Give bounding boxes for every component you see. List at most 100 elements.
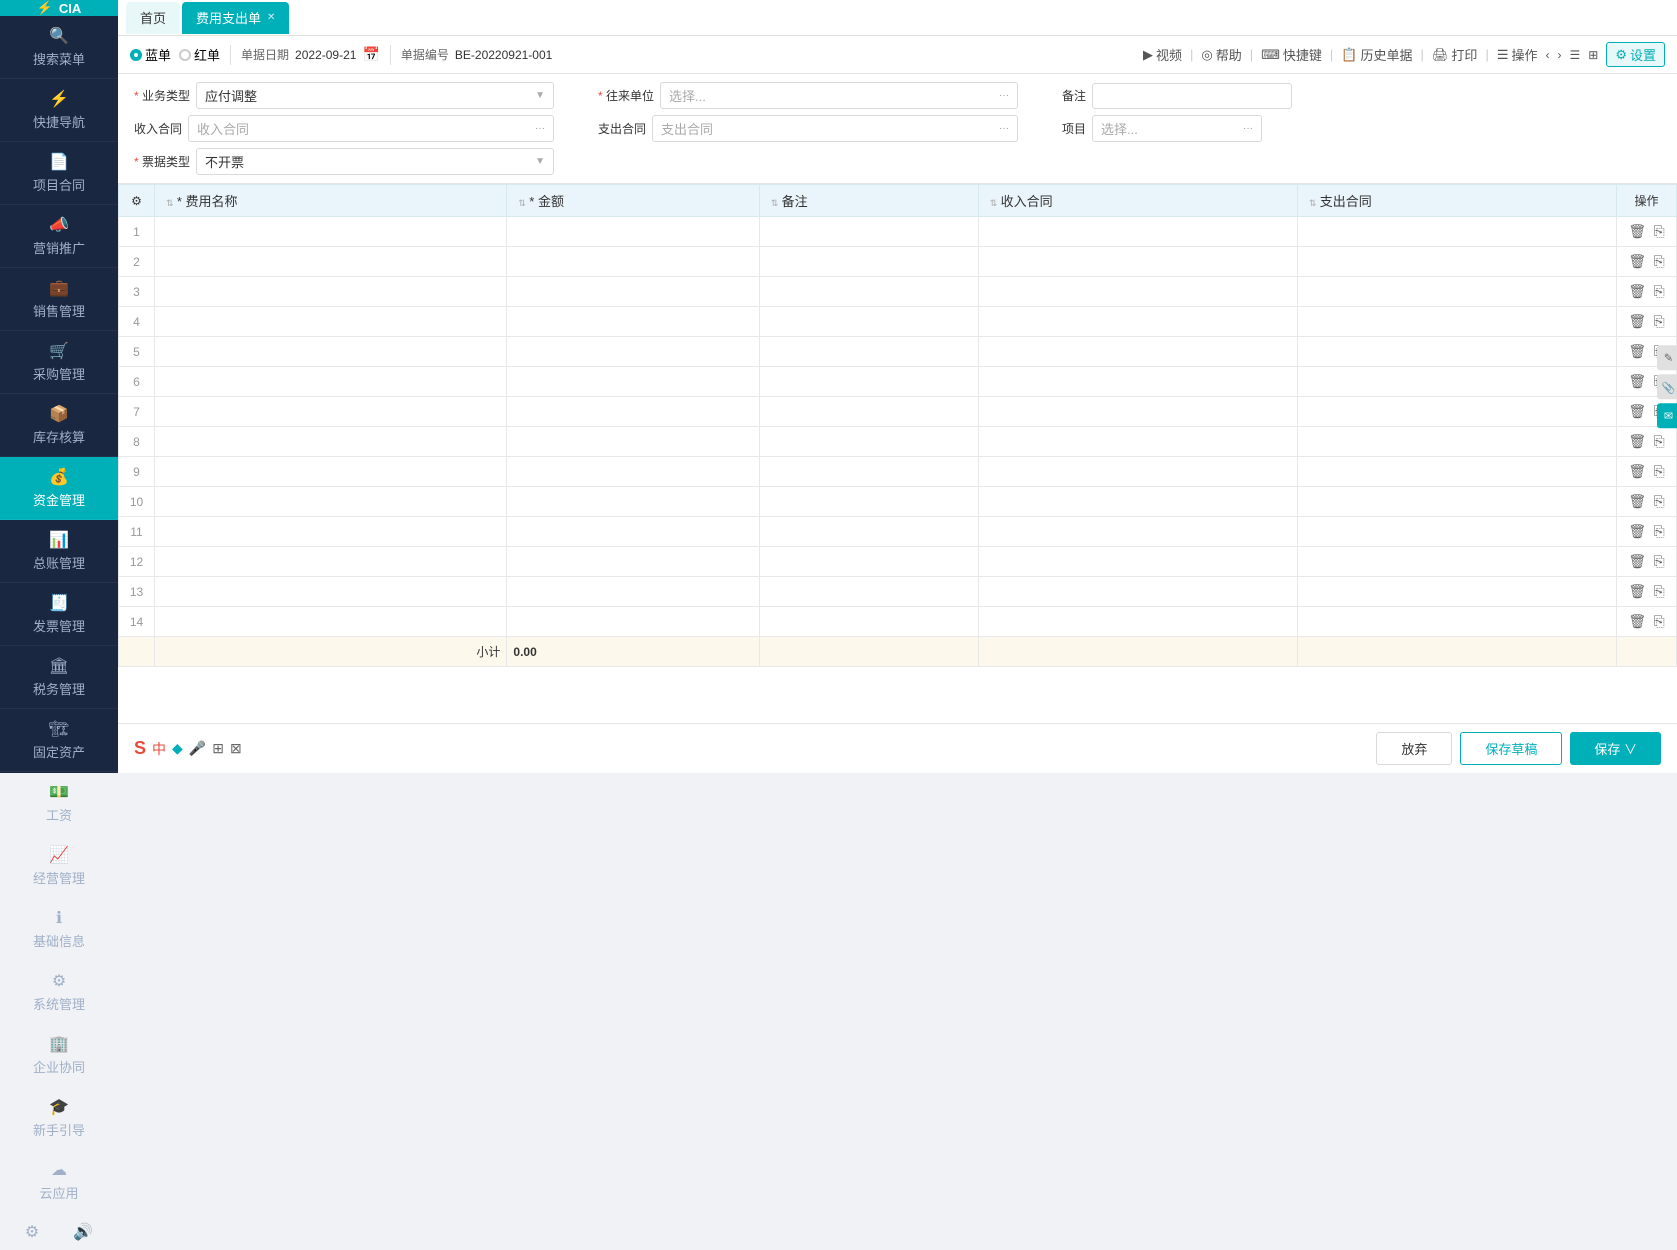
expense-contract-cell-5[interactable] [1297, 337, 1616, 367]
remark-cell-13[interactable] [759, 577, 978, 607]
income-contract-cell-1[interactable] [978, 217, 1297, 247]
income-contract-cell-6[interactable] [978, 367, 1297, 397]
expense-name-cell-4[interactable] [155, 307, 507, 337]
remark-cell-12[interactable] [759, 547, 978, 577]
delete-row-11[interactable]: 🗑 [1626, 521, 1648, 542]
amount-cell-13[interactable] [507, 577, 759, 607]
sidebar-item-sales-mgmt[interactable]: 💼 销售管理 [0, 268, 118, 331]
action-print[interactable]: 🖨 打印 [1432, 45, 1478, 64]
expense-contract-cell-11[interactable] [1297, 517, 1616, 547]
sidebar-item-accounting[interactable]: 📊 总账管理 [0, 520, 118, 583]
income-contract-cell-3[interactable] [978, 277, 1297, 307]
action-history[interactable]: 📋 历史单据 [1341, 45, 1412, 64]
save-button[interactable]: 保存 ∨ [1570, 732, 1661, 765]
amount-cell-14[interactable] [507, 607, 759, 637]
remark-cell-3[interactable] [759, 277, 978, 307]
view-list-btn[interactable]: ☰ [1570, 48, 1581, 62]
remark-cell-10[interactable] [759, 487, 978, 517]
delete-row-2[interactable]: 🗑 [1626, 251, 1648, 272]
expense-name-cell-6[interactable] [155, 367, 507, 397]
expense-name-cell-12[interactable] [155, 547, 507, 577]
copy-row-9[interactable]: ⎘ [1651, 461, 1666, 482]
delete-row-7[interactable]: 🗑 [1626, 401, 1648, 422]
expense-contract-cell-4[interactable] [1297, 307, 1616, 337]
sidebar-item-marketing[interactable]: 📣 营销推广 [0, 205, 118, 268]
sidebar-item-inventory[interactable]: 📦 库存核算 [0, 394, 118, 457]
income-contract-cell-9[interactable] [978, 457, 1297, 487]
view-grid-btn[interactable]: ⊞ [1588, 48, 1598, 62]
income-contract-cell-12[interactable] [978, 547, 1297, 577]
amount-cell-4[interactable] [507, 307, 759, 337]
amount-cell-5[interactable] [507, 337, 759, 367]
remark-cell-7[interactable] [759, 397, 978, 427]
expense-contract-cell-3[interactable] [1297, 277, 1616, 307]
remark-cell-14[interactable] [759, 607, 978, 637]
col-settings[interactable]: ⚙ [119, 185, 155, 217]
income-contract-cell-10[interactable] [978, 487, 1297, 517]
income-contract-input[interactable]: 收入合同 ··· [188, 115, 554, 142]
income-contract-cell-7[interactable] [978, 397, 1297, 427]
sidebar-item-tax[interactable]: 🏛 税务管理 [0, 646, 118, 709]
action-help[interactable]: ◎ 帮助 [1201, 45, 1241, 64]
expense-contract-cell-13[interactable] [1297, 577, 1616, 607]
expense-name-cell-8[interactable] [155, 427, 507, 457]
remark-cell-9[interactable] [759, 457, 978, 487]
income-contract-cell-8[interactable] [978, 427, 1297, 457]
sidebar-item-purchase[interactable]: 🛒 采购管理 [0, 331, 118, 394]
delete-row-6[interactable]: 🗑 [1626, 371, 1648, 392]
copy-row-12[interactable]: ⎘ [1651, 551, 1666, 572]
delete-row-5[interactable]: 🗑 [1626, 341, 1648, 362]
sidebar-item-project-contract[interactable]: 📄 项目合同 [0, 142, 118, 205]
copy-row-11[interactable]: ⎘ [1651, 521, 1666, 542]
expense-name-cell-9[interactable] [155, 457, 507, 487]
delete-row-9[interactable]: 🗑 [1626, 461, 1648, 482]
sidebar-item-cloud-apps[interactable]: ☁ 云应用 [0, 1150, 118, 1213]
sidebar-item-salary[interactable]: 💵 工资 [0, 772, 118, 835]
expense-contract-cell-10[interactable] [1297, 487, 1616, 517]
invoice-type-select[interactable]: 不开票 ▼ [196, 148, 554, 175]
copy-row-1[interactable]: ⎘ [1651, 221, 1666, 242]
amount-cell-3[interactable] [507, 277, 759, 307]
sidebar-item-capital[interactable]: 💰 资金管理 [0, 457, 118, 520]
business-type-select[interactable]: 应付调整 ▼ [196, 82, 554, 109]
delete-row-3[interactable]: 🗑 [1626, 281, 1648, 302]
sidebar-item-quick-nav[interactable]: ⚡ 快捷导航 [0, 79, 118, 142]
expense-name-cell-3[interactable] [155, 277, 507, 307]
amount-cell-6[interactable] [507, 367, 759, 397]
remark-cell-2[interactable] [759, 247, 978, 277]
copy-row-14[interactable]: ⎘ [1651, 611, 1666, 632]
settings-icon[interactable]: ⚙ [25, 1222, 39, 1242]
income-contract-cell-14[interactable] [978, 607, 1297, 637]
remark-cell-4[interactable] [759, 307, 978, 337]
income-contract-dots-icon[interactable]: ··· [535, 123, 545, 134]
expense-contract-cell-9[interactable] [1297, 457, 1616, 487]
amount-cell-2[interactable] [507, 247, 759, 277]
income-contract-cell-13[interactable] [978, 577, 1297, 607]
amount-cell-11[interactable] [507, 517, 759, 547]
right-edge-attach-tab[interactable]: 📎 [1657, 374, 1677, 399]
audio-icon[interactable]: 🔊 [73, 1222, 93, 1242]
expense-name-cell-13[interactable] [155, 577, 507, 607]
radio-red[interactable]: 红单 [179, 45, 220, 64]
delete-row-13[interactable]: 🗑 [1626, 581, 1648, 602]
amount-cell-10[interactable] [507, 487, 759, 517]
sidebar-item-base-info[interactable]: ℹ 基础信息 [0, 898, 118, 961]
delete-row-12[interactable]: 🗑 [1626, 551, 1648, 572]
copy-row-4[interactable]: ⎘ [1651, 311, 1666, 332]
copy-row-8[interactable]: ⎘ [1651, 431, 1666, 452]
expense-contract-cell-12[interactable] [1297, 547, 1616, 577]
delete-row-14[interactable]: 🗑 [1626, 611, 1648, 632]
expense-contract-cell-7[interactable] [1297, 397, 1616, 427]
income-contract-cell-4[interactable] [978, 307, 1297, 337]
right-edge-green-tab[interactable]: ✉ [1657, 403, 1677, 428]
action-shortcut[interactable]: ⌨ 快捷键 [1261, 45, 1322, 64]
sidebar-item-operations[interactable]: 📈 经营管理 [0, 835, 118, 898]
copy-row-13[interactable]: ⎘ [1651, 581, 1666, 602]
nav-next-btn[interactable]: › [1558, 48, 1562, 62]
remark-cell-8[interactable] [759, 427, 978, 457]
calendar-icon[interactable]: 📅 [362, 46, 379, 63]
sidebar-item-invoice[interactable]: 🧾 发票管理 [0, 583, 118, 646]
sidebar-item-assets[interactable]: 🏗 固定资产 [0, 709, 118, 772]
expense-contract-cell-1[interactable] [1297, 217, 1616, 247]
expense-contract-cell-2[interactable] [1297, 247, 1616, 277]
